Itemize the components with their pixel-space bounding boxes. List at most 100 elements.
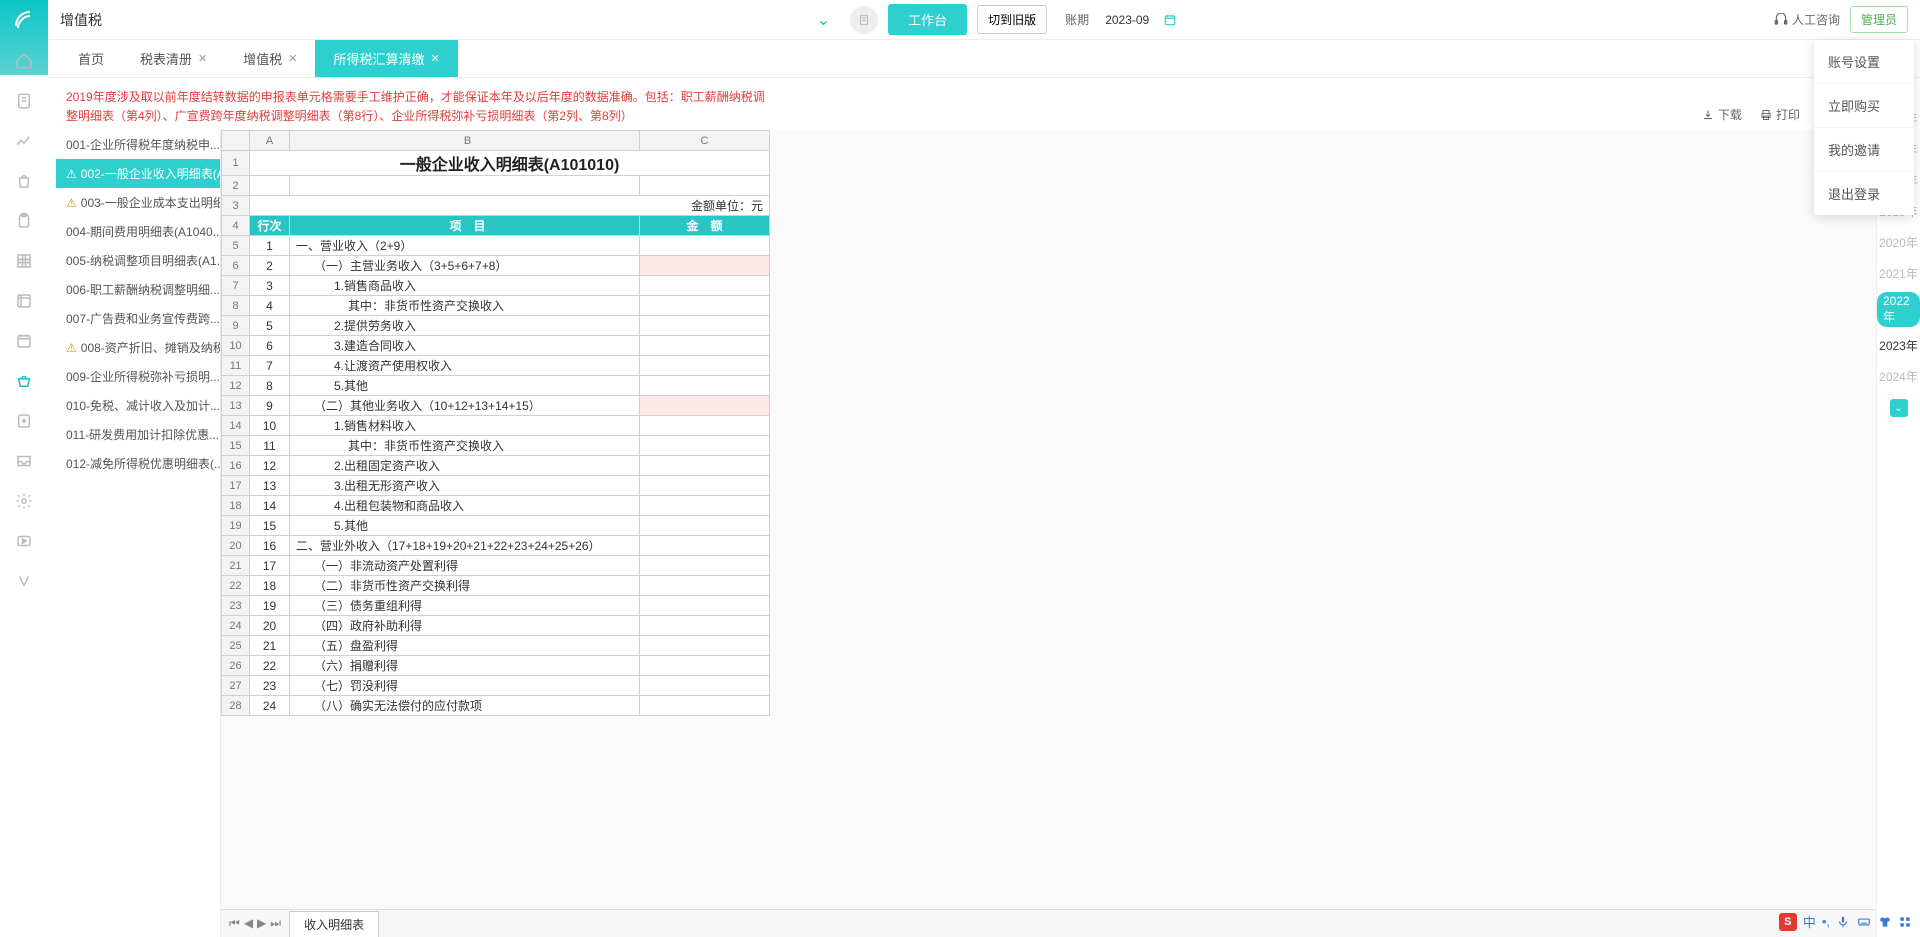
year-item[interactable]: 2021年 (1877, 261, 1920, 286)
form-list-item[interactable]: 012-减免所得税优惠明细表(... (56, 449, 220, 478)
amount-cell[interactable] (640, 236, 770, 256)
amount-cell[interactable] (640, 496, 770, 516)
calendar-icon[interactable] (1163, 13, 1177, 27)
amount-cell[interactable] (640, 416, 770, 436)
ime-keyboard-icon[interactable] (1856, 915, 1872, 929)
row-header: 11 (222, 356, 250, 376)
admin-button[interactable]: 管理员 (1850, 6, 1908, 33)
nav-settings-icon[interactable] (13, 490, 35, 512)
admin-menu-item[interactable]: 退出登录 (1814, 171, 1914, 215)
amount-cell[interactable] (640, 336, 770, 356)
row-label: （一）主营业务收入（3+5+6+7+8） (290, 256, 640, 276)
form-list-item[interactable]: 009-企业所得税弥补亏损明... (56, 362, 220, 391)
ime-lang[interactable]: 中 (1803, 912, 1816, 931)
year-item[interactable]: 2024年 (1877, 364, 1920, 389)
nav-chart-icon[interactable] (13, 130, 35, 152)
ime-skin-icon[interactable] (1878, 915, 1892, 929)
amount-cell[interactable] (640, 276, 770, 296)
sheet-nav-prev-icon[interactable]: ◀ (244, 916, 253, 931)
amount-cell[interactable] (640, 616, 770, 636)
nav-bag-icon[interactable] (13, 170, 35, 192)
year-item[interactable]: 2023年 (1877, 333, 1920, 358)
nav-home-icon[interactable] (13, 50, 35, 72)
consult-link[interactable]: 人工咨询 (1774, 11, 1840, 28)
amount-cell[interactable] (640, 476, 770, 496)
amount-cell[interactable] (640, 396, 770, 416)
tab[interactable]: 首页 (60, 40, 122, 77)
amount-cell[interactable] (640, 316, 770, 336)
ime-mic-icon[interactable] (1836, 915, 1850, 929)
amount-cell[interactable] (640, 376, 770, 396)
amount-cell[interactable] (640, 296, 770, 316)
ime-punct-icon[interactable]: •, (1822, 914, 1830, 929)
nav-clipboard-icon[interactable] (13, 210, 35, 232)
row-label: 2.出租固定资产收入 (290, 456, 640, 476)
nav-template-icon[interactable] (13, 290, 35, 312)
admin-menu-item[interactable]: 立即购买 (1814, 83, 1914, 127)
tab[interactable]: 增值税✕ (225, 40, 315, 77)
nav-export-icon[interactable] (13, 410, 35, 432)
sheet-nav-first-icon[interactable]: ⏮ (229, 916, 240, 931)
note-button[interactable] (850, 6, 878, 34)
amount-cell[interactable] (640, 516, 770, 536)
workspace-button[interactable]: 工作台 (888, 4, 967, 35)
sheet-nav-last-icon[interactable]: ⏭ (270, 916, 281, 931)
amount-cell[interactable] (640, 456, 770, 476)
tab[interactable]: 税表清册✕ (122, 40, 225, 77)
form-list-item[interactable]: 011-研发费用加计扣除优惠... (56, 420, 220, 449)
amount-cell[interactable] (640, 636, 770, 656)
amount-cell[interactable] (640, 536, 770, 556)
nav-doc-icon[interactable] (13, 90, 35, 112)
cell[interactable] (250, 176, 290, 196)
amount-cell[interactable] (640, 256, 770, 276)
amount-cell[interactable] (640, 696, 770, 716)
nav-video-icon[interactable] (13, 530, 35, 552)
ime-logo-icon[interactable]: S (1779, 913, 1797, 931)
year-item[interactable]: 2020年 (1877, 230, 1920, 255)
row-header: 12 (222, 376, 250, 396)
sheet-tab[interactable]: 收入明细表 (289, 911, 379, 937)
amount-cell[interactable] (640, 596, 770, 616)
admin-menu-item[interactable]: 账号设置 (1814, 40, 1914, 83)
form-list-item[interactable]: 006-职工薪酬纳税调整明细... (56, 275, 220, 304)
row-label: 3.建造合同收入 (290, 336, 640, 356)
admin-menu-item[interactable]: 我的邀请 (1814, 127, 1914, 171)
amount-cell[interactable] (640, 576, 770, 596)
period-value[interactable]: 2023-09 (1105, 13, 1149, 27)
amount-cell[interactable] (640, 436, 770, 456)
cell[interactable] (640, 176, 770, 196)
year-item[interactable]: 2022年 (1877, 292, 1920, 327)
nav-inbox-icon[interactable] (13, 450, 35, 472)
switch-old-button[interactable]: 切到旧版 (977, 5, 1047, 34)
cell[interactable] (290, 176, 640, 196)
form-list-item[interactable]: 010-免税、减计收入及加计... (56, 391, 220, 420)
form-list-item[interactable]: 007-广告费和业务宣传费跨... (56, 304, 220, 333)
amount-cell[interactable] (640, 676, 770, 696)
close-icon[interactable]: ✕ (431, 52, 440, 65)
tab[interactable]: 所得税汇算清缴✕ (315, 40, 457, 77)
close-icon[interactable]: ✕ (198, 52, 207, 65)
nav-grid-icon[interactable] (13, 250, 35, 272)
form-list-item[interactable]: ⚠002-一般企业收入明细表(A1... (56, 159, 220, 188)
form-list-item[interactable]: 001-企业所得税年度纳税申... (56, 130, 220, 159)
close-icon[interactable]: ✕ (288, 52, 297, 65)
unit-label: 金额单位：元 (250, 196, 770, 216)
sheet-nav-next-icon[interactable]: ▶ (257, 916, 266, 931)
nav-tax-icon[interactable] (13, 370, 35, 392)
amount-cell[interactable] (640, 656, 770, 676)
form-list-item[interactable]: ⚠008-资产折旧、摊销及纳税... (56, 333, 220, 362)
nav-calendar-icon[interactable] (13, 330, 35, 352)
period-label: 账期 (1065, 11, 1089, 28)
year-expand-icon[interactable]: ⌄ (1890, 399, 1908, 417)
amount-cell[interactable] (640, 356, 770, 376)
form-list-item[interactable]: ⚠003-一般企业成本支出明细... (56, 188, 220, 217)
form-list-item[interactable]: 004-期间费用明细表(A1040... (56, 217, 220, 246)
breadcrumb[interactable]: 增值税 (60, 10, 220, 30)
ime-tools-icon[interactable] (1898, 915, 1912, 929)
nav-v-icon[interactable] (13, 570, 35, 592)
download-button[interactable]: 下载 (1702, 106, 1742, 123)
form-list-item[interactable]: 005-纳税调整项目明细表(A1... (56, 246, 220, 275)
chevron-down-icon[interactable]: ⌄ (817, 10, 830, 30)
print-button[interactable]: 打印 (1760, 106, 1800, 123)
amount-cell[interactable] (640, 556, 770, 576)
